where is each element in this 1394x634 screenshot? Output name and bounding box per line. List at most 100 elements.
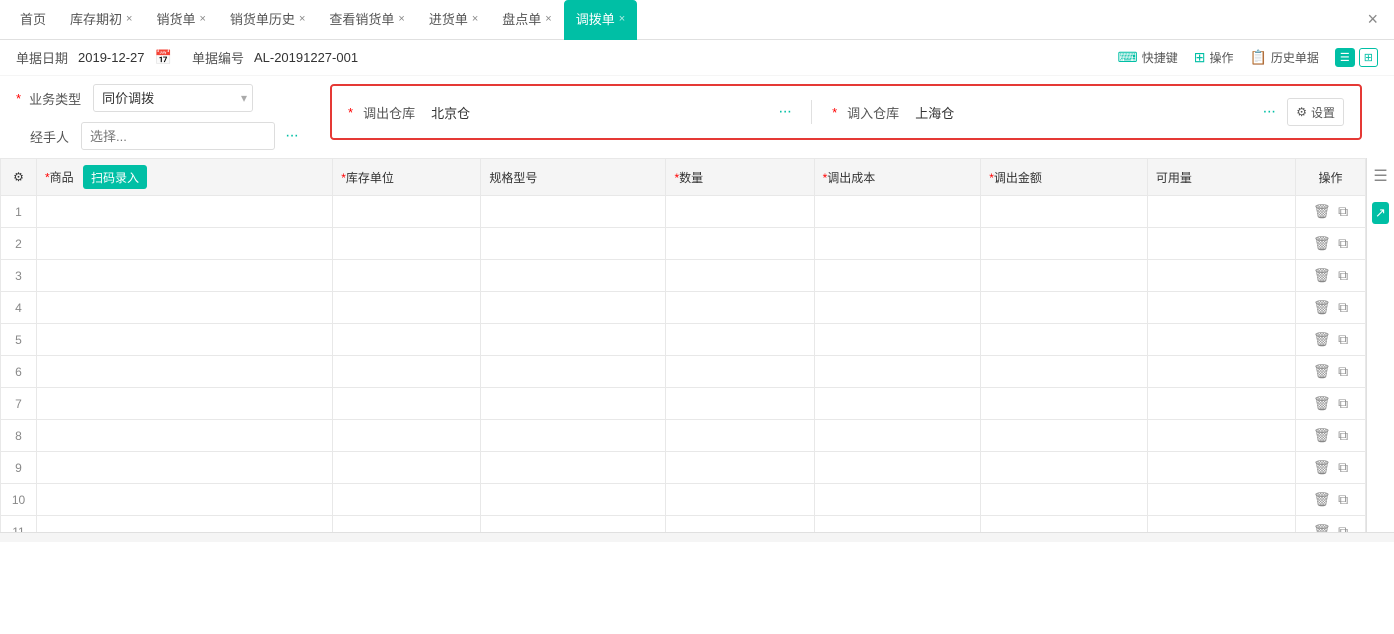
- amount-cell[interactable]: [981, 484, 1148, 516]
- unit-cell[interactable]: [333, 260, 481, 292]
- amount-cell[interactable]: [981, 420, 1148, 452]
- copy-icon[interactable]: ⧉: [1338, 459, 1348, 475]
- out-warehouse-value[interactable]: 北京仓: [431, 103, 470, 122]
- delete-icon[interactable]: 🗑: [1313, 363, 1331, 379]
- amount-cell[interactable]: [981, 356, 1148, 388]
- unit-cell[interactable]: [333, 484, 481, 516]
- unit-cell[interactable]: [333, 388, 481, 420]
- qty-cell[interactable]: [666, 324, 814, 356]
- spec-cell[interactable]: [481, 228, 666, 260]
- copy-icon[interactable]: ⧉: [1338, 203, 1348, 219]
- tab-inventory-check[interactable]: 盘点单 ×: [490, 0, 563, 40]
- copy-icon[interactable]: ⧉: [1338, 299, 1348, 315]
- close-icon[interactable]: ×: [299, 13, 305, 25]
- qty-cell[interactable]: [666, 388, 814, 420]
- copy-icon[interactable]: ⧉: [1338, 267, 1348, 283]
- qty-cell[interactable]: [666, 420, 814, 452]
- spec-cell[interactable]: [481, 292, 666, 324]
- qty-cell[interactable]: [666, 516, 814, 533]
- cost-cell[interactable]: [814, 452, 981, 484]
- copy-icon[interactable]: ⧉: [1338, 363, 1348, 379]
- product-cell[interactable]: [37, 420, 333, 452]
- layout-grid-button[interactable]: ⊞: [1359, 48, 1378, 67]
- operations-button[interactable]: ⊞ 操作: [1194, 49, 1234, 66]
- tab-home[interactable]: 首页: [8, 0, 58, 40]
- cost-cell[interactable]: [814, 324, 981, 356]
- history-button[interactable]: 📋 历史单据: [1249, 49, 1318, 66]
- window-close-button[interactable]: ×: [1359, 9, 1386, 30]
- tab-sales-history[interactable]: 销货单历史 ×: [218, 0, 317, 40]
- unit-cell[interactable]: [333, 292, 481, 324]
- delete-icon[interactable]: 🗑: [1313, 235, 1331, 251]
- spec-cell[interactable]: [481, 260, 666, 292]
- spec-cell[interactable]: [481, 324, 666, 356]
- qty-cell[interactable]: [666, 260, 814, 292]
- cost-cell[interactable]: [814, 484, 981, 516]
- spec-cell[interactable]: [481, 420, 666, 452]
- sidebar-list-icon[interactable]: ☰: [1373, 166, 1387, 186]
- close-icon[interactable]: ×: [199, 13, 205, 25]
- available-cell[interactable]: [1147, 196, 1295, 228]
- product-cell[interactable]: [37, 260, 333, 292]
- handler-more-icon[interactable]: ···: [285, 127, 298, 145]
- product-cell[interactable]: [37, 516, 333, 533]
- unit-cell[interactable]: [333, 228, 481, 260]
- available-cell[interactable]: [1147, 260, 1295, 292]
- layout-list-button[interactable]: ☰: [1335, 48, 1355, 67]
- qty-cell[interactable]: [666, 452, 814, 484]
- close-icon[interactable]: ×: [398, 13, 404, 25]
- tab-inventory-init[interactable]: 库存期初 ×: [58, 0, 144, 40]
- handler-input[interactable]: [81, 122, 275, 150]
- qty-cell[interactable]: [666, 196, 814, 228]
- cost-cell[interactable]: [814, 228, 981, 260]
- delete-icon[interactable]: 🗑: [1313, 459, 1331, 475]
- in-warehouse-more-icon[interactable]: ···: [1262, 103, 1275, 121]
- tab-purchase-order[interactable]: 进货单 ×: [417, 0, 490, 40]
- spec-cell[interactable]: [481, 356, 666, 388]
- tab-sales-order[interactable]: 销货单 ×: [144, 0, 217, 40]
- calendar-icon[interactable]: 📅: [155, 49, 172, 66]
- cost-cell[interactable]: [814, 356, 981, 388]
- cost-cell[interactable]: [814, 196, 981, 228]
- available-cell[interactable]: [1147, 452, 1295, 484]
- unit-cell[interactable]: [333, 356, 481, 388]
- amount-cell[interactable]: [981, 324, 1148, 356]
- out-warehouse-more-icon[interactable]: ···: [778, 103, 791, 121]
- cost-cell[interactable]: [814, 420, 981, 452]
- amount-cell[interactable]: [981, 228, 1148, 260]
- amount-cell[interactable]: [981, 452, 1148, 484]
- available-cell[interactable]: [1147, 228, 1295, 260]
- close-icon[interactable]: ×: [545, 13, 551, 25]
- scan-entry-button[interactable]: 扫码录入: [83, 165, 147, 189]
- horizontal-scrollbar[interactable]: [0, 532, 1394, 542]
- col-settings[interactable]: ⚙: [1, 159, 37, 196]
- doc-date-value[interactable]: 2019-12-27: [78, 50, 145, 65]
- product-cell[interactable]: [37, 356, 333, 388]
- delete-icon[interactable]: 🗑: [1313, 523, 1331, 532]
- cost-cell[interactable]: [814, 260, 981, 292]
- close-icon[interactable]: ×: [472, 13, 478, 25]
- tab-transfer-order[interactable]: 调拨单 ×: [564, 0, 637, 40]
- qty-cell[interactable]: [666, 356, 814, 388]
- copy-icon[interactable]: ⧉: [1338, 427, 1348, 443]
- shortcuts-button[interactable]: ⌨ 快捷键: [1117, 49, 1177, 66]
- unit-cell[interactable]: [333, 516, 481, 533]
- amount-cell[interactable]: [981, 388, 1148, 420]
- close-icon[interactable]: ×: [126, 13, 132, 25]
- close-icon[interactable]: ×: [619, 13, 625, 25]
- cost-cell[interactable]: [814, 516, 981, 533]
- available-cell[interactable]: [1147, 516, 1295, 533]
- available-cell[interactable]: [1147, 420, 1295, 452]
- available-cell[interactable]: [1147, 324, 1295, 356]
- amount-cell[interactable]: [981, 260, 1148, 292]
- delete-icon[interactable]: 🗑: [1313, 203, 1331, 219]
- product-cell[interactable]: [37, 452, 333, 484]
- delete-icon[interactable]: 🗑: [1313, 299, 1331, 315]
- product-cell[interactable]: [37, 228, 333, 260]
- available-cell[interactable]: [1147, 388, 1295, 420]
- spec-cell[interactable]: [481, 388, 666, 420]
- copy-icon[interactable]: ⧉: [1338, 331, 1348, 347]
- delete-icon[interactable]: 🗑: [1313, 427, 1331, 443]
- in-warehouse-value[interactable]: 上海仓: [915, 103, 954, 122]
- qty-cell[interactable]: [666, 484, 814, 516]
